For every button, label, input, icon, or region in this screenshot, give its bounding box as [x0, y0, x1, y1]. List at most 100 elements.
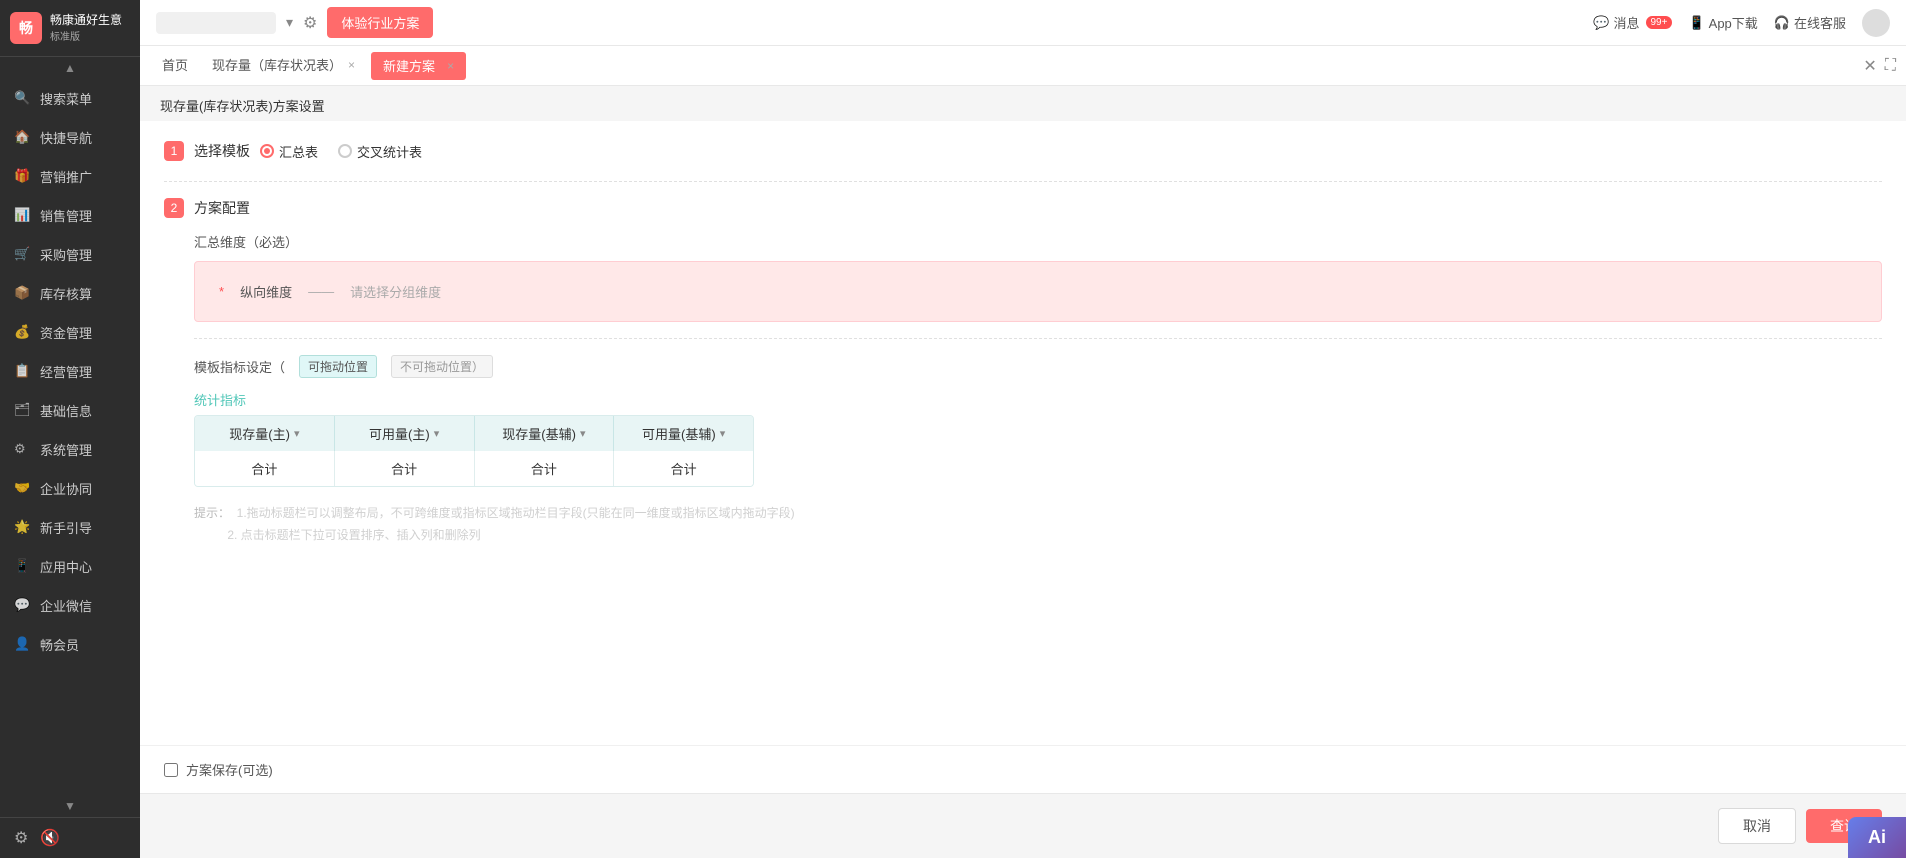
tabs-right: ✕ ⛶ — [1863, 56, 1896, 76]
sound-footer-icon[interactable]: 🔇 — [40, 828, 60, 848]
messages-badge: 99+ — [1646, 16, 1673, 29]
sidebar-item-wechat[interactable]: 💬 企业微信 — [0, 586, 140, 625]
headset-icon: 🎧 — [1774, 15, 1790, 31]
sidebar-footer: ⚙ 🔇 — [0, 817, 140, 858]
radio-summary[interactable]: 汇总表 — [260, 142, 318, 161]
settings-footer-icon[interactable]: ⚙ — [14, 828, 28, 848]
sidebar-item-sales[interactable]: 📊 销售管理 — [0, 196, 140, 235]
save-scheme-checkbox[interactable] — [164, 763, 178, 777]
stat-col-3[interactable]: 可用量(基辅) ▾ — [614, 416, 753, 451]
aggregate-label: 汇总维度（必选） — [194, 232, 1882, 251]
sidebar-item-search-menu[interactable]: 🔍 搜索菜单 — [0, 79, 140, 118]
tab-new-close[interactable]: × — [447, 59, 454, 73]
stat-cell-1: 合计 — [335, 451, 475, 486]
messages-icon: 💬 — [1593, 15, 1609, 31]
tips-section: 提示： 1.拖动标题栏可以调整布局，不可跨维度或指标区域拖动栏目字段(只能在同一… — [194, 503, 1882, 546]
template-indicator-label: 模板指标设定（ — [194, 357, 285, 376]
app-download-button[interactable]: 📱 App下载 — [1688, 13, 1757, 32]
tab-inventory-close[interactable]: × — [348, 58, 355, 72]
sidebar-item-marketing[interactable]: 🎁 营销推广 — [0, 157, 140, 196]
sidebar-item-business[interactable]: 📋 经营管理 — [0, 352, 140, 391]
stat-cell-0: 合计 — [195, 451, 335, 486]
brand-tag: 标准版 — [50, 28, 122, 43]
messages-label: 消息 — [1613, 13, 1639, 32]
topbar-right: 💬 消息 99+ 📱 App下载 🎧 在线客服 — [1593, 9, 1890, 37]
bottom-actions: 取消 查询 — [140, 793, 1906, 858]
user-avatar[interactable] — [1862, 9, 1890, 37]
step2-title: 方案配置 — [194, 198, 250, 218]
stat-col-2[interactable]: 现存量(基辅) ▾ — [475, 416, 615, 451]
non-draggable-chip-label: 不可拖动位置） — [400, 358, 484, 375]
sidebar-item-purchase[interactable]: 🛒 采购管理 — [0, 235, 140, 274]
stat-col-0[interactable]: 现存量(主) ▾ — [195, 416, 335, 451]
stat-section-label: 统计指标 — [194, 390, 1882, 409]
required-marker: * — [219, 284, 224, 299]
col-chevron-0: ▾ — [294, 427, 300, 440]
radio-cross[interactable]: 交叉统计表 — [338, 142, 422, 161]
step2-number: 2 — [164, 198, 184, 218]
scheme-container: 1 选择模板 汇总表 交叉统计表 — [140, 121, 1906, 745]
step1-title: 选择模板 — [194, 141, 250, 161]
sidebar-item-inventory[interactable]: 📦 库存核算 — [0, 274, 140, 313]
dimension-placeholder[interactable]: 请选择分组维度 — [350, 282, 441, 301]
non-draggable-chip: 不可拖动位置） — [391, 355, 493, 378]
ai-fab-button[interactable]: Ai — [1848, 817, 1906, 858]
tab-home[interactable]: 首页 — [150, 46, 200, 86]
sidebar-item-system[interactable]: ⚙ 系统管理 — [0, 430, 140, 469]
dimension-box: * 纵向维度 —— 请选择分组维度 — [194, 261, 1882, 322]
online-service-button[interactable]: 🎧 在线客服 — [1774, 13, 1846, 32]
radio-cross-dot — [338, 144, 352, 158]
topbar-dropdown-icon[interactable]: ▾ — [286, 14, 293, 31]
sidebar-nav: 🔍 搜索菜单 🏠 快捷导航 🎁 营销推广 📊 销售管理 🛒 采购管理 📦 库存核… — [0, 79, 140, 795]
basic-info-icon: 🗂 — [14, 402, 32, 420]
sidebar-scroll-up[interactable]: ▲ — [0, 57, 140, 79]
tab-new-scheme[interactable]: 新建方案 × — [371, 52, 466, 80]
sidebar: 畅 畅康通好生意 标准版 ▲ 🔍 搜索菜单 🏠 快捷导航 🎁 营销推广 📊 销售… — [0, 0, 140, 858]
app-download-icon: 📱 — [1688, 15, 1704, 31]
brand-header: 畅 畅康通好生意 标准版 — [0, 0, 140, 57]
tabs-bar: 首页 现存量（库存状况表） × 新建方案 × ✕ ⛶ — [140, 46, 1906, 86]
sidebar-item-member[interactable]: 👤 畅会员 — [0, 625, 140, 664]
stat-table-header: 现存量(主) ▾ 可用量(主) ▾ 现存量(基辅) ▾ — [195, 416, 753, 451]
member-icon: 👤 — [14, 636, 32, 654]
app-download-label: App下载 — [1709, 13, 1758, 32]
sales-icon: 📊 — [14, 207, 32, 225]
radio-summary-dot — [260, 144, 274, 158]
sidebar-item-cooperation[interactable]: 🤝 企业协同 — [0, 469, 140, 508]
sidebar-item-newbie[interactable]: 🌟 新手引导 — [0, 508, 140, 547]
cancel-button[interactable]: 取消 — [1718, 808, 1796, 844]
dimension-label: 纵向维度 — [240, 282, 292, 301]
tab-expand-action[interactable]: ⛶ — [1885, 57, 1896, 75]
main-area: ▾ ⚙ 体验行业方案 💬 消息 99+ 📱 App下载 🎧 在线客服 首页 — [140, 0, 1906, 858]
step1-number: 1 — [164, 141, 184, 161]
step2-content: 汇总维度（必选） * 纵向维度 —— 请选择分组维度 模板指标设定（ 可拖动位置 — [164, 232, 1882, 546]
topbar-gear-icon[interactable]: ⚙ — [303, 13, 317, 33]
sidebar-scroll-down[interactable]: ▼ — [0, 795, 140, 817]
messages-button[interactable]: 💬 消息 99+ — [1593, 13, 1672, 32]
stat-col-1[interactable]: 可用量(主) ▾ — [335, 416, 475, 451]
col-chevron-3: ▾ — [720, 427, 726, 440]
dimension-arrow: —— — [308, 284, 334, 299]
page-title-bar: 现存量(库存状况表)方案设置 — [140, 86, 1906, 121]
stat-table: 现存量(主) ▾ 可用量(主) ▾ 现存量(基辅) ▾ — [194, 415, 754, 487]
tab-close-action[interactable]: ✕ — [1863, 56, 1876, 76]
search-input[interactable] — [156, 12, 276, 34]
dimension-divider — [194, 338, 1882, 339]
save-scheme-label: 方案保存(可选) — [186, 760, 273, 779]
bottom-save: 方案保存(可选) — [140, 745, 1906, 793]
tab-inventory[interactable]: 现存量（库存状况表） × — [200, 46, 367, 86]
sidebar-item-app-center[interactable]: 📱 应用中心 — [0, 547, 140, 586]
sidebar-item-finance[interactable]: 💰 资金管理 — [0, 313, 140, 352]
indicator-row: 模板指标设定（ 可拖动位置 不可拖动位置） — [194, 355, 1882, 378]
stat-cell-2: 合计 — [475, 451, 615, 486]
marketing-icon: 🎁 — [14, 168, 32, 186]
step1-divider — [164, 181, 1882, 182]
page-title: 现存量(库存状况表)方案设置 — [160, 99, 325, 114]
stat-table-body: 合计 合计 合计 合计 — [195, 451, 753, 486]
topbar: ▾ ⚙ 体验行业方案 💬 消息 99+ 📱 App下载 🎧 在线客服 — [140, 0, 1906, 46]
sidebar-item-quick-nav[interactable]: 🏠 快捷导航 — [0, 118, 140, 157]
sidebar-item-basic-info[interactable]: 🗂 基础信息 — [0, 391, 140, 430]
search-menu-icon: 🔍 — [14, 90, 32, 108]
trial-button[interactable]: 体验行业方案 — [327, 7, 433, 38]
wechat-icon: 💬 — [14, 597, 32, 615]
